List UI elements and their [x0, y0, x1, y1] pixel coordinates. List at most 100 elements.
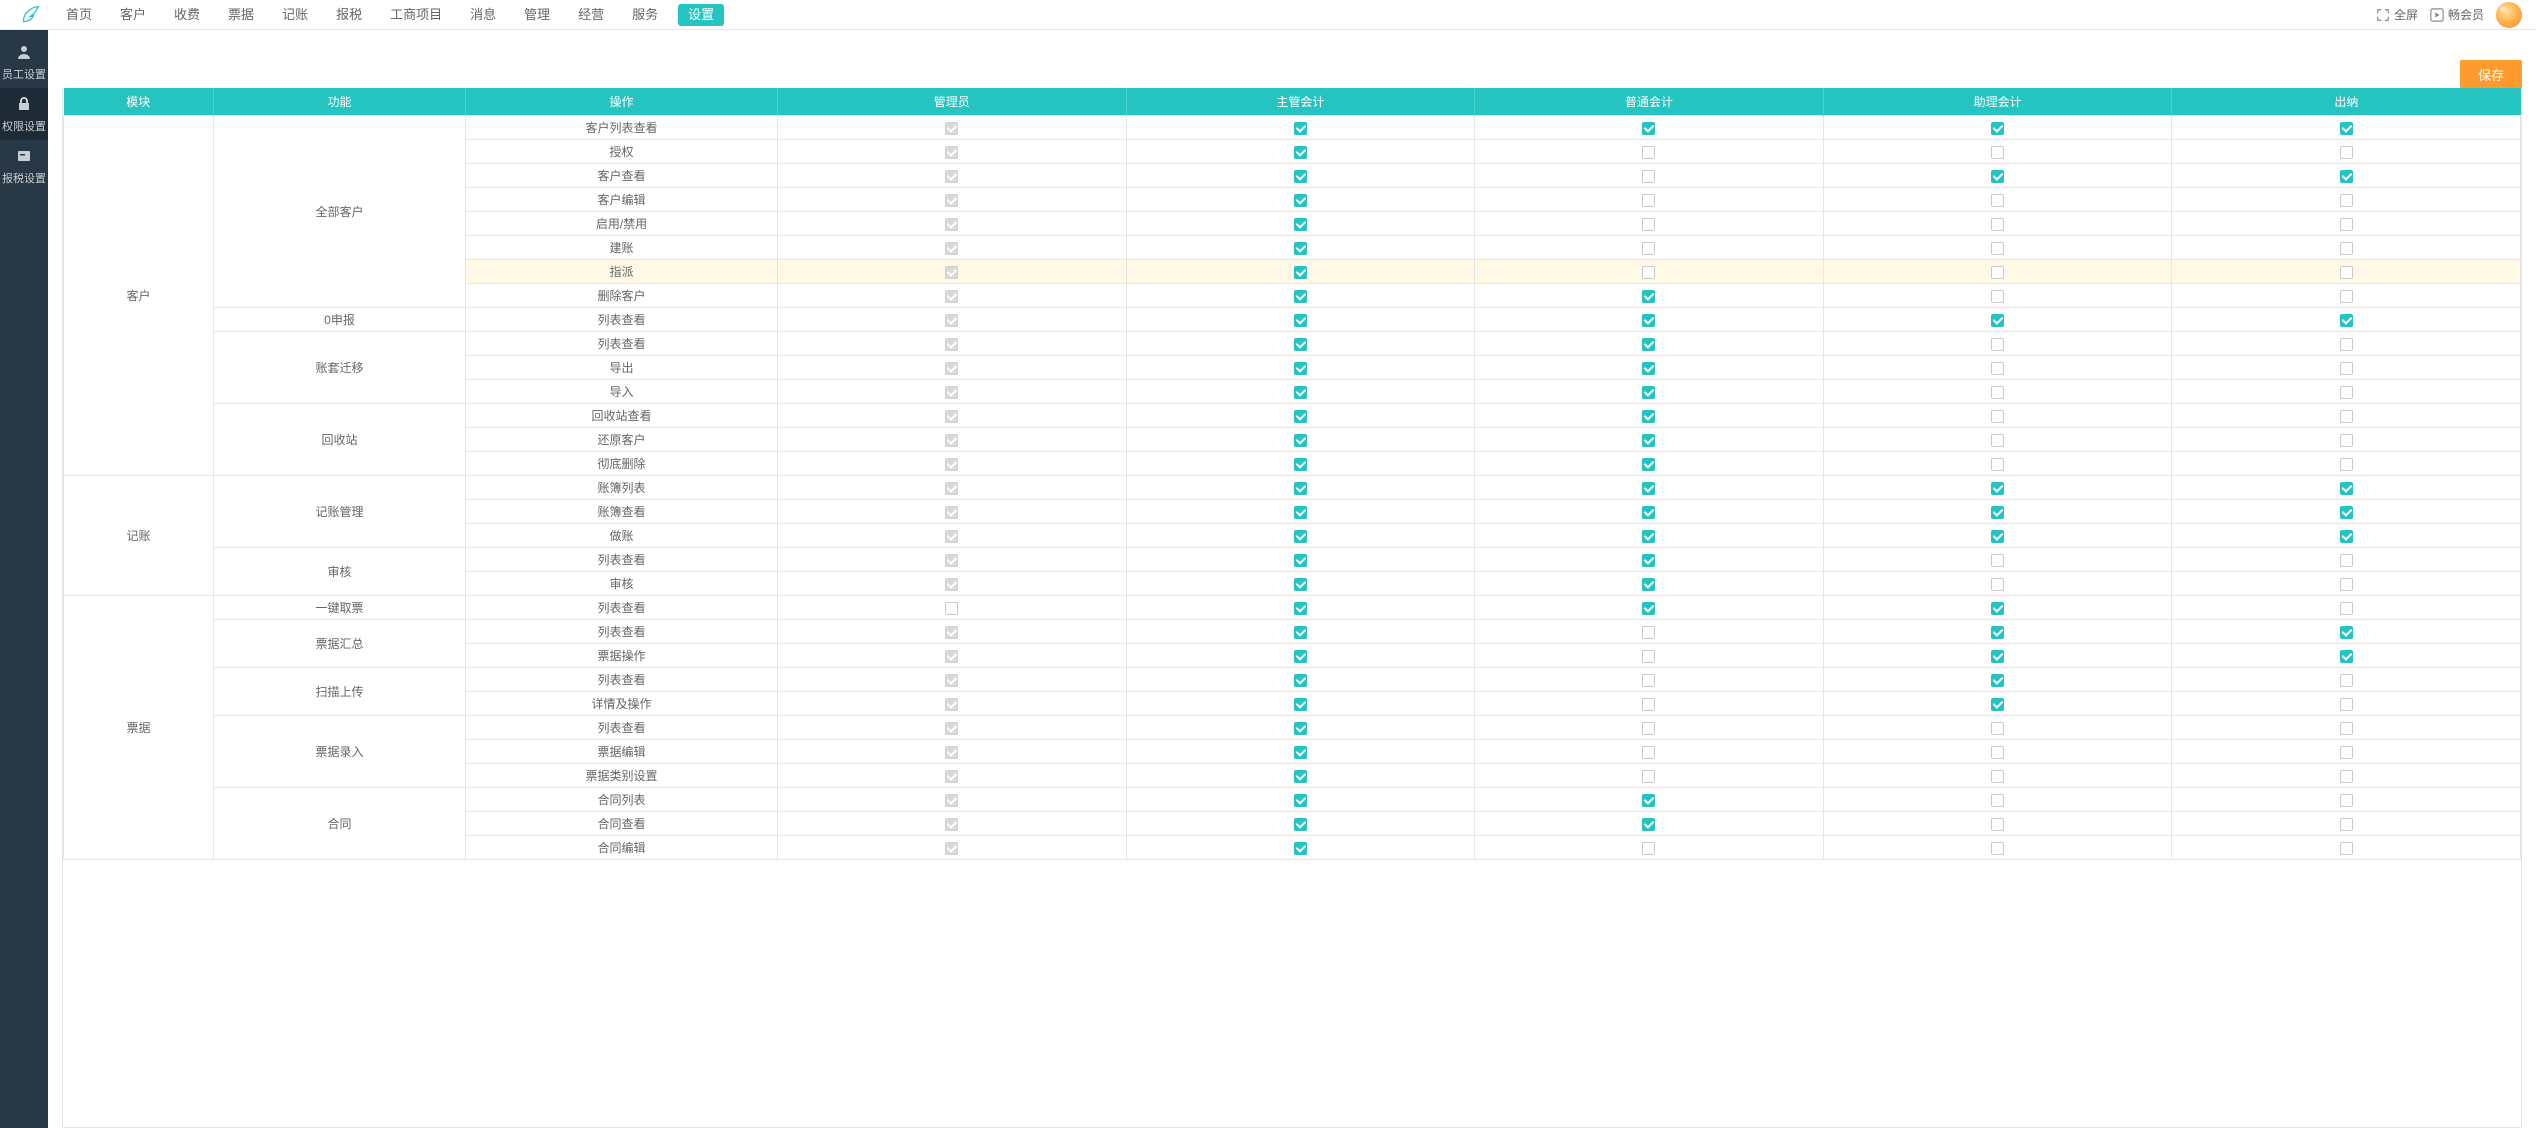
perm-checkbox[interactable]: [1991, 842, 2004, 855]
perm-checkbox[interactable]: [1294, 842, 1307, 855]
perm-checkbox[interactable]: [1991, 554, 2004, 567]
perm-checkbox[interactable]: [1294, 362, 1307, 375]
perm-checkbox[interactable]: [2340, 170, 2353, 183]
nav-item-8[interactable]: 管理: [510, 0, 564, 30]
perm-checkbox[interactable]: [2340, 362, 2353, 375]
perm-checkbox[interactable]: [1991, 290, 2004, 303]
perm-checkbox[interactable]: [1991, 386, 2004, 399]
perm-checkbox[interactable]: [1294, 194, 1307, 207]
perm-checkbox[interactable]: [1642, 266, 1655, 279]
perm-checkbox[interactable]: [1991, 194, 2004, 207]
perm-checkbox[interactable]: [1642, 338, 1655, 351]
perm-checkbox[interactable]: [2340, 554, 2353, 567]
perm-checkbox[interactable]: [1294, 458, 1307, 471]
perm-checkbox[interactable]: [1642, 458, 1655, 471]
perm-checkbox[interactable]: [2340, 698, 2353, 711]
perm-checkbox[interactable]: [1991, 626, 2004, 639]
perm-checkbox[interactable]: [2340, 410, 2353, 423]
perm-checkbox[interactable]: [1991, 170, 2004, 183]
perm-checkbox[interactable]: [1294, 650, 1307, 663]
perm-checkbox[interactable]: [1294, 410, 1307, 423]
perm-checkbox[interactable]: [1991, 506, 2004, 519]
nav-item-0[interactable]: 首页: [52, 0, 106, 30]
nav-item-1[interactable]: 客户: [106, 0, 160, 30]
user-avatar[interactable]: [2496, 2, 2522, 28]
perm-checkbox[interactable]: [1642, 602, 1655, 615]
perm-checkbox[interactable]: [1642, 842, 1655, 855]
perm-checkbox[interactable]: [1642, 746, 1655, 759]
perm-checkbox[interactable]: [1991, 218, 2004, 231]
perm-checkbox[interactable]: [1294, 794, 1307, 807]
perm-checkbox[interactable]: [1642, 770, 1655, 783]
perm-checkbox[interactable]: [1991, 410, 2004, 423]
perm-checkbox[interactable]: [1642, 314, 1655, 327]
perm-checkbox[interactable]: [2340, 746, 2353, 759]
perm-checkbox[interactable]: [1294, 170, 1307, 183]
perm-checkbox[interactable]: [1991, 770, 2004, 783]
perm-checkbox[interactable]: [945, 602, 958, 615]
perm-checkbox[interactable]: [1642, 194, 1655, 207]
perm-checkbox[interactable]: [2340, 842, 2353, 855]
perm-checkbox[interactable]: [1642, 530, 1655, 543]
perm-checkbox[interactable]: [1991, 698, 2004, 711]
perm-checkbox[interactable]: [2340, 818, 2353, 831]
perm-checkbox[interactable]: [2340, 650, 2353, 663]
perm-checkbox[interactable]: [1991, 338, 2004, 351]
perm-checkbox[interactable]: [2340, 602, 2353, 615]
perm-checkbox[interactable]: [1642, 482, 1655, 495]
nav-item-6[interactable]: 工商项目: [376, 0, 456, 30]
perm-checkbox[interactable]: [2340, 578, 2353, 591]
perm-checkbox[interactable]: [2340, 242, 2353, 255]
perm-checkbox[interactable]: [1642, 170, 1655, 183]
perm-checkbox[interactable]: [1294, 770, 1307, 783]
perm-checkbox[interactable]: [1991, 314, 2004, 327]
nav-item-11[interactable]: 设置: [678, 4, 724, 26]
nav-item-4[interactable]: 记账: [268, 0, 322, 30]
perm-checkbox[interactable]: [1294, 722, 1307, 735]
sidebar-item-0[interactable]: 员工设置: [0, 36, 48, 88]
perm-checkbox[interactable]: [2340, 722, 2353, 735]
perm-checkbox[interactable]: [2340, 794, 2353, 807]
perm-checkbox[interactable]: [1294, 314, 1307, 327]
perm-checkbox[interactable]: [1294, 626, 1307, 639]
save-button[interactable]: 保存: [2460, 60, 2522, 89]
perm-checkbox[interactable]: [1294, 602, 1307, 615]
perm-checkbox[interactable]: [2340, 122, 2353, 135]
sidebar-item-1[interactable]: 权限设置: [0, 88, 48, 140]
perm-checkbox[interactable]: [1294, 122, 1307, 135]
perm-checkbox[interactable]: [1991, 674, 2004, 687]
perm-checkbox[interactable]: [2340, 458, 2353, 471]
app-logo[interactable]: [18, 3, 42, 27]
perm-checkbox[interactable]: [2340, 266, 2353, 279]
perm-checkbox[interactable]: [2340, 146, 2353, 159]
perm-checkbox[interactable]: [1991, 602, 2004, 615]
perm-checkbox[interactable]: [1991, 722, 2004, 735]
nav-item-9[interactable]: 经营: [564, 0, 618, 30]
perm-checkbox[interactable]: [1642, 362, 1655, 375]
perm-checkbox[interactable]: [1642, 794, 1655, 807]
perm-checkbox[interactable]: [1294, 386, 1307, 399]
perm-checkbox[interactable]: [1294, 146, 1307, 159]
perm-checkbox[interactable]: [1642, 626, 1655, 639]
perm-checkbox[interactable]: [2340, 482, 2353, 495]
perm-checkbox[interactable]: [1294, 746, 1307, 759]
perm-checkbox[interactable]: [1642, 818, 1655, 831]
perm-checkbox[interactable]: [2340, 626, 2353, 639]
perm-checkbox[interactable]: [1991, 818, 2004, 831]
perm-checkbox[interactable]: [1991, 794, 2004, 807]
nav-item-2[interactable]: 收费: [160, 0, 214, 30]
perm-checkbox[interactable]: [1642, 554, 1655, 567]
perm-checkbox[interactable]: [1642, 218, 1655, 231]
perm-checkbox[interactable]: [2340, 506, 2353, 519]
perm-checkbox[interactable]: [1294, 554, 1307, 567]
perm-checkbox[interactable]: [1642, 650, 1655, 663]
nav-item-7[interactable]: 消息: [456, 0, 510, 30]
perm-checkbox[interactable]: [1294, 818, 1307, 831]
perm-checkbox[interactable]: [1991, 242, 2004, 255]
perm-checkbox[interactable]: [1991, 578, 2004, 591]
perm-checkbox[interactable]: [1991, 746, 2004, 759]
perm-checkbox[interactable]: [1294, 338, 1307, 351]
perm-checkbox[interactable]: [1642, 698, 1655, 711]
perm-checkbox[interactable]: [1642, 674, 1655, 687]
perm-checkbox[interactable]: [1294, 434, 1307, 447]
